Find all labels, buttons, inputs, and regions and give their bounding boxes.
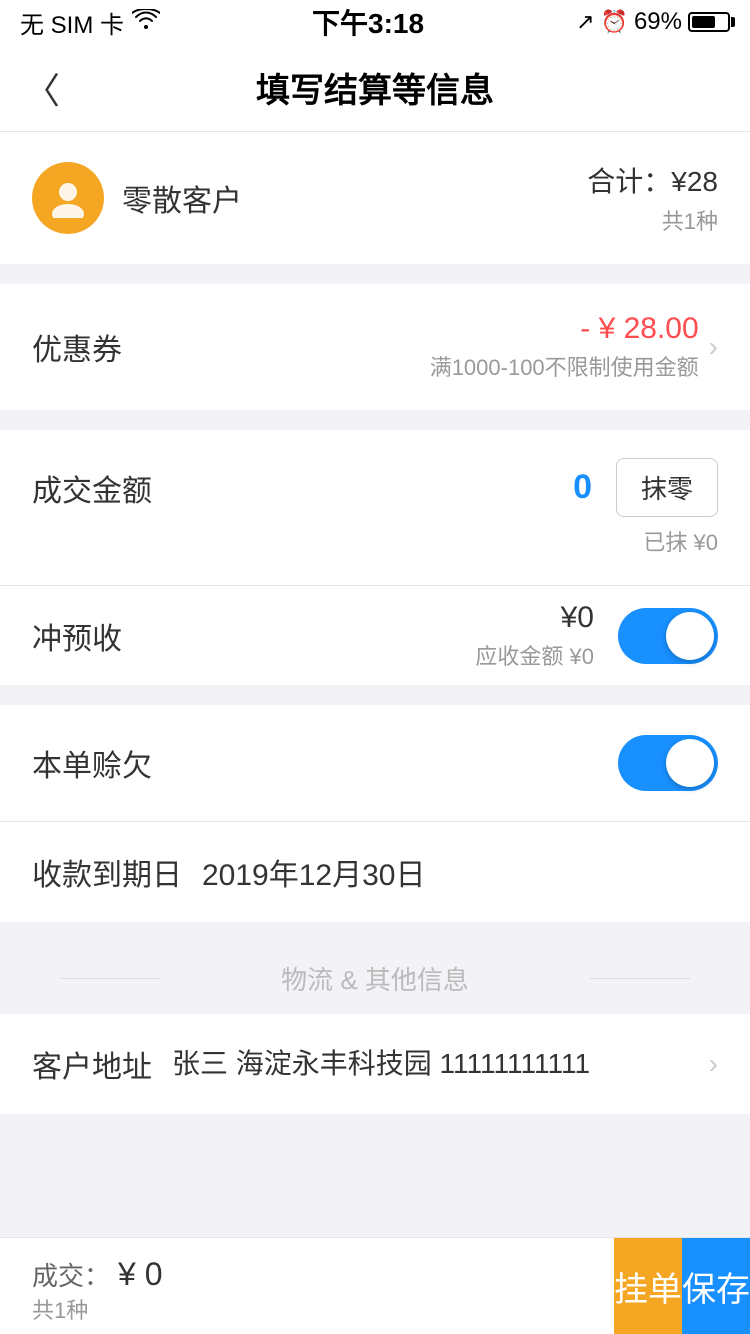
debt-toggle-knob <box>666 739 714 787</box>
section-divider-1 <box>0 264 750 284</box>
duedate-row[interactable]: 收款到期日 2019年12月30日 <box>0 821 750 922</box>
customer-row: 零散客户 合计：¥28 共1种 <box>0 132 750 264</box>
total-amount: 合计：¥28 <box>587 160 718 200</box>
prereceipt-amount: ¥0 <box>561 601 594 635</box>
section-divider-3 <box>0 685 750 705</box>
address-chevron-icon: › <box>709 1048 718 1080</box>
status-bar: 无 SIM 卡 下午3:18 ↗ ⏰ 69% <box>0 0 750 44</box>
address-left: 客户地址 张三 海淀永丰科技园 11111111111 <box>32 1042 590 1086</box>
alarm-icon: ⏰ <box>601 9 628 35</box>
hang-button[interactable]: 挂单 <box>614 1238 682 1334</box>
address-label: 客户地址 <box>32 1042 152 1086</box>
customer-right: 合计：¥28 共1种 <box>587 160 718 236</box>
bottom-summary: 成交： ¥ 0 共1种 <box>0 1240 195 1333</box>
duedate-label: 收款到期日 <box>32 850 182 894</box>
back-button[interactable]: 〈 <box>24 62 60 114</box>
avatar <box>32 162 104 234</box>
bottom-bar: 成交： ¥ 0 共1种 挂单 保存 <box>0 1237 750 1334</box>
coupon-chevron-icon: › <box>709 331 718 363</box>
toggle-knob <box>666 612 714 660</box>
customer-left: 零散客户 <box>32 162 242 234</box>
logistics-header: 物流 & 其他信息 <box>0 942 750 1014</box>
prereceipt-toggle[interactable] <box>618 608 718 664</box>
wifi-icon <box>132 8 160 36</box>
content-area: 零散客户 合计：¥28 共1种 优惠券 - ¥ 28.00 满1000-100不… <box>0 132 750 1314</box>
nav-bar: 〈 填写结算等信息 <box>0 44 750 132</box>
prereceipt-row: 冲预收 ¥0 应收金额 ¥0 <box>0 585 750 685</box>
customer-card: 零散客户 合计：¥28 共1种 <box>0 132 750 264</box>
total-count: 共1种 <box>587 204 718 236</box>
debt-toggle[interactable] <box>618 735 718 791</box>
logistics-label: 物流 & 其他信息 <box>281 960 469 997</box>
debt-card: 本单赊欠 收款到期日 2019年12月30日 <box>0 705 750 922</box>
carrier-text: 无 SIM 卡 <box>20 5 124 40</box>
status-right: ↗ ⏰ 69% <box>576 8 730 36</box>
status-left: 无 SIM 卡 <box>20 5 160 40</box>
debt-label: 本单赊欠 <box>32 741 152 785</box>
battery-percentage: 69% <box>634 8 682 36</box>
battery-icon <box>688 12 730 32</box>
prereceipt-right: ¥0 应收金额 ¥0 <box>475 601 594 671</box>
transaction-value[interactable]: 0 <box>573 468 592 507</box>
section-divider-4 <box>0 922 750 942</box>
bottom-buttons: 挂单 保存 <box>614 1238 750 1334</box>
transaction-sub: 已抹 ¥0 <box>32 525 718 565</box>
bottom-inner: 成交： ¥ 0 共1种 挂单 保存 <box>0 1238 750 1334</box>
logistics-line-left <box>60 978 160 979</box>
coupon-desc: 满1000-100不限制使用金额 <box>430 350 699 382</box>
round-button[interactable]: 抹零 <box>616 458 718 517</box>
coupon-row[interactable]: 优惠券 - ¥ 28.00 满1000-100不限制使用金额 › <box>0 284 750 410</box>
customer-name: 零散客户 <box>122 176 242 220</box>
save-button[interactable]: 保存 <box>682 1238 750 1334</box>
logistics-line-right <box>590 978 690 979</box>
bottom-summary-count: 共1种 <box>32 1293 163 1325</box>
transaction-card: 成交金额 0 抹零 已抹 ¥0 冲预收 ¥0 应收金额 ¥0 <box>0 430 750 685</box>
status-time: 下午3:18 <box>312 2 424 42</box>
bottom-summary-amount: ¥ 0 <box>118 1256 162 1293</box>
debt-row: 本单赊欠 <box>0 705 750 821</box>
bottom-summary-label: 成交： <box>32 1256 110 1293</box>
page-title: 填写结算等信息 <box>256 63 494 112</box>
coupon-amount: - ¥ 28.00 <box>430 312 699 346</box>
section-divider-2 <box>0 410 750 430</box>
coupon-card: 优惠券 - ¥ 28.00 满1000-100不限制使用金额 › <box>0 284 750 410</box>
amount-section: 成交金额 0 抹零 已抹 ¥0 <box>0 430 750 585</box>
prereceipt-sub: 应收金额 ¥0 <box>475 639 594 671</box>
prereceipt-label: 冲预收 <box>32 614 122 658</box>
coupon-label: 优惠券 <box>32 325 122 369</box>
address-card: 客户地址 张三 海淀永丰科技园 11111111111 › <box>0 1014 750 1114</box>
duedate-value: 2019年12月30日 <box>202 850 425 894</box>
location-icon: ↗ <box>576 9 594 35</box>
address-row[interactable]: 客户地址 张三 海淀永丰科技园 11111111111 › <box>0 1014 750 1114</box>
transaction-label: 成交金额 <box>32 466 152 510</box>
amount-row: 成交金额 0 抹零 <box>32 430 718 525</box>
address-value: 张三 海淀永丰科技园 11111111111 <box>172 1042 590 1082</box>
